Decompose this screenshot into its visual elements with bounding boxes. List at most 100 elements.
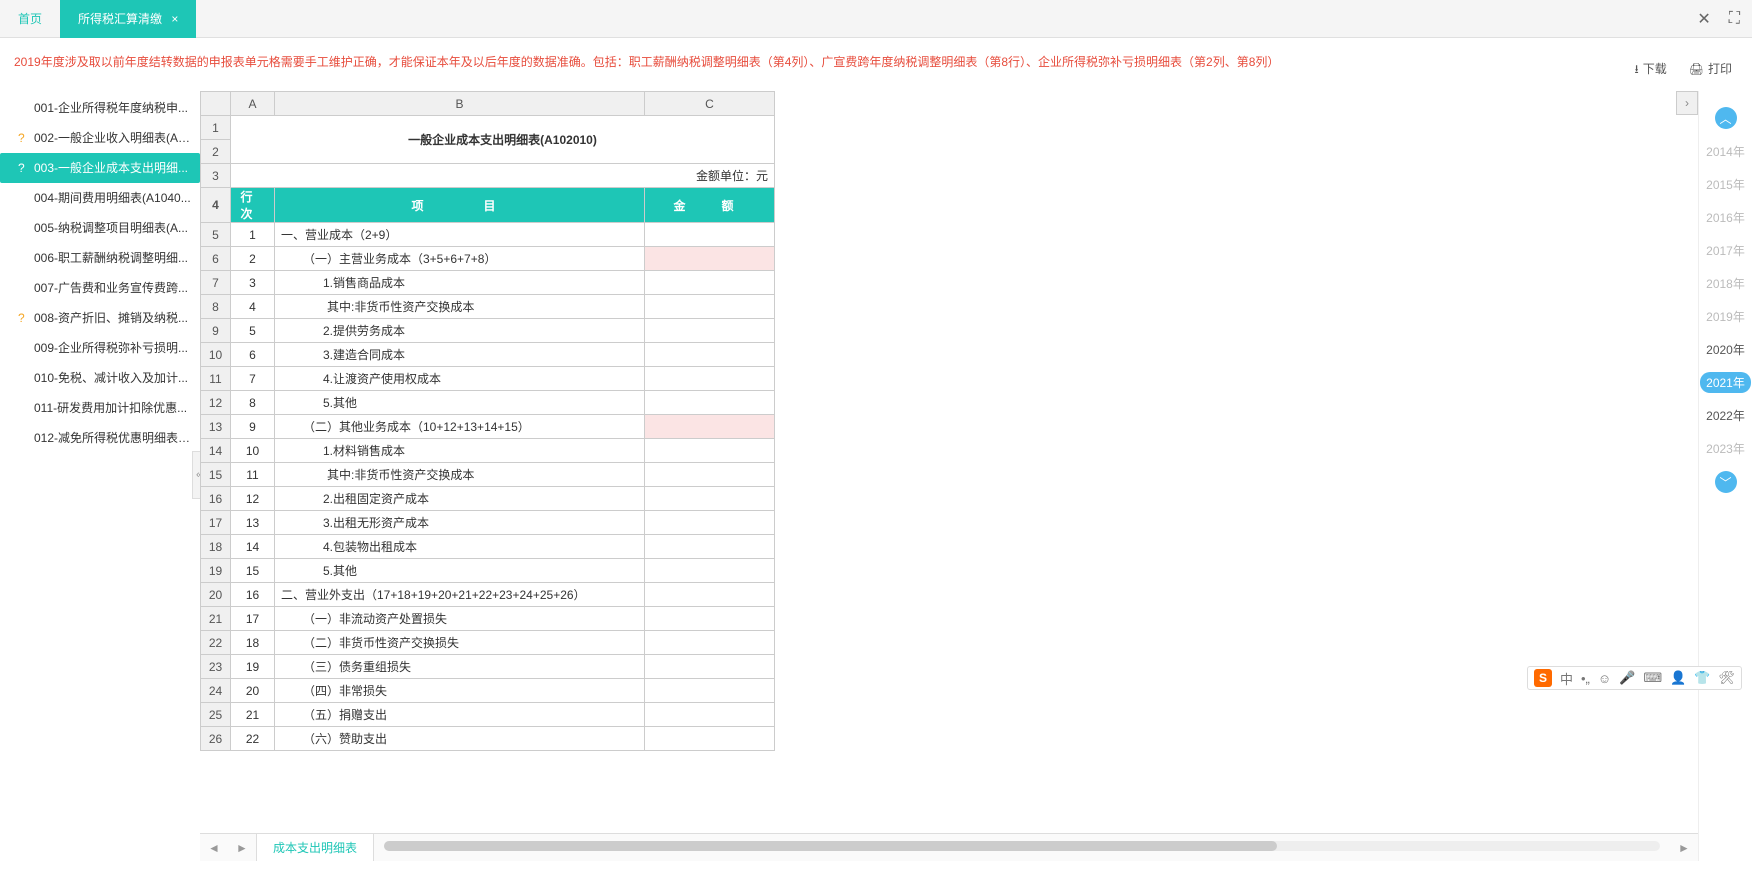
year-item[interactable]: 2015年 [1700, 174, 1751, 195]
year-item[interactable]: 2017年 [1700, 240, 1751, 261]
row-header[interactable]: 13 [201, 415, 231, 439]
ime-toolbar[interactable]: S 中 •„ ☺ 🎤 ⌨ 👤 👕 🛠 [1527, 666, 1742, 690]
item-cell[interactable]: 一、营业成本（2+9） [275, 223, 645, 247]
ime-punct-icon[interactable]: •„ [1581, 671, 1590, 686]
amount-cell[interactable] [645, 295, 775, 319]
sidebar-item-5[interactable]: 006-职工薪酬纳税调整明细... [0, 243, 200, 273]
sheet-nav-next[interactable]: ► [228, 841, 256, 855]
tab-home[interactable]: 首页 [0, 0, 60, 38]
fullscreen-icon[interactable]: ⛶ [1729, 10, 1740, 28]
ime-lang[interactable]: 中 [1560, 669, 1573, 688]
sidebar-item-11[interactable]: 012-减免所得税优惠明细表(... [0, 423, 200, 453]
item-cell[interactable]: 1.材料销售成本 [275, 439, 645, 463]
year-item[interactable]: 2018年 [1700, 273, 1751, 294]
amount-cell[interactable] [645, 487, 775, 511]
sidebar-item-1[interactable]: ?002-一般企业收入明细表(A10... [0, 123, 200, 153]
row-header[interactable]: 6 [201, 247, 231, 271]
item-cell[interactable]: 3.建造合同成本 [275, 343, 645, 367]
sidebar-item-7[interactable]: ?008-资产折旧、摊销及纳税... [0, 303, 200, 333]
amount-cell[interactable] [645, 271, 775, 295]
item-cell[interactable]: 其中:非货币性资产交换成本 [275, 463, 645, 487]
year-item[interactable]: 2020年 [1700, 339, 1751, 360]
row-header[interactable]: 14 [201, 439, 231, 463]
line-number[interactable]: 7 [231, 367, 275, 391]
line-number[interactable]: 19 [231, 655, 275, 679]
amount-cell[interactable] [645, 319, 775, 343]
line-number[interactable]: 14 [231, 535, 275, 559]
close-icon[interactable]: × [171, 12, 178, 26]
amount-cell[interactable] [645, 559, 775, 583]
amount-cell[interactable] [645, 727, 775, 751]
item-cell[interactable]: 3.出租无形资产成本 [275, 511, 645, 535]
ime-emoji-icon[interactable]: ☺ [1598, 671, 1611, 686]
line-number[interactable]: 12 [231, 487, 275, 511]
row-header[interactable]: 2 [201, 140, 231, 164]
line-number[interactable]: 10 [231, 439, 275, 463]
ime-skin-icon[interactable]: 👕 [1694, 670, 1710, 686]
amount-cell[interactable] [645, 223, 775, 247]
item-cell[interactable]: （一）主营业务成本（3+5+6+7+8） [275, 247, 645, 271]
row-header[interactable]: 20 [201, 583, 231, 607]
item-cell[interactable]: 5.其他 [275, 559, 645, 583]
sidebar-item-9[interactable]: 010-免税、减计收入及加计... [0, 363, 200, 393]
sidebar-item-4[interactable]: 005-纳税调整项目明细表(A... [0, 213, 200, 243]
amount-cell[interactable] [645, 343, 775, 367]
line-number[interactable]: 8 [231, 391, 275, 415]
amount-cell[interactable] [645, 631, 775, 655]
col-header-b[interactable]: B [275, 92, 645, 116]
sheet-nav-prev[interactable]: ◄ [200, 841, 228, 855]
sheet-nav-right[interactable]: ► [1670, 841, 1698, 855]
amount-cell[interactable] [645, 439, 775, 463]
row-header[interactable]: 7 [201, 271, 231, 295]
corner-cell[interactable] [201, 92, 231, 116]
row-header[interactable]: 18 [201, 535, 231, 559]
row-header[interactable]: 25 [201, 703, 231, 727]
amount-cell[interactable] [645, 391, 775, 415]
amount-cell[interactable] [645, 247, 775, 271]
scrollbar-thumb[interactable] [384, 841, 1277, 851]
line-number[interactable]: 2 [231, 247, 275, 271]
sidebar-item-6[interactable]: 007-广告费和业务宣传费跨... [0, 273, 200, 303]
item-cell[interactable]: 其中:非货币性资产交换成本 [275, 295, 645, 319]
item-cell[interactable]: （六）赞助支出 [275, 727, 645, 751]
row-header[interactable]: 11 [201, 367, 231, 391]
line-number[interactable]: 6 [231, 343, 275, 367]
item-cell[interactable]: （二）非货币性资产交换损失 [275, 631, 645, 655]
print-button[interactable]: 🖨打印 [1689, 60, 1732, 81]
row-header[interactable]: 22 [201, 631, 231, 655]
amount-cell[interactable] [645, 583, 775, 607]
line-number[interactable]: 18 [231, 631, 275, 655]
year-item[interactable]: 2019年 [1700, 306, 1751, 327]
horizontal-scrollbar[interactable] [384, 841, 1660, 855]
sheet-tab[interactable]: 成本支出明细表 [256, 834, 374, 862]
row-header[interactable]: 8 [201, 295, 231, 319]
amount-cell[interactable] [645, 679, 775, 703]
line-number[interactable]: 3 [231, 271, 275, 295]
item-cell[interactable]: （四）非常损失 [275, 679, 645, 703]
row-header[interactable]: 9 [201, 319, 231, 343]
row-header[interactable]: 10 [201, 343, 231, 367]
row-header[interactable]: 4 [201, 188, 231, 223]
year-item[interactable]: 2023年 [1700, 438, 1751, 459]
row-header[interactable]: 1 [201, 116, 231, 140]
ime-tool-icon[interactable]: 🛠 [1718, 670, 1735, 686]
row-header[interactable]: 19 [201, 559, 231, 583]
item-cell[interactable]: 5.其他 [275, 391, 645, 415]
year-item[interactable]: 2016年 [1700, 207, 1751, 228]
ime-keyboard-icon[interactable]: ⌨ [1643, 670, 1662, 686]
amount-cell[interactable] [645, 511, 775, 535]
item-cell[interactable]: （五）捐赠支出 [275, 703, 645, 727]
line-number[interactable]: 13 [231, 511, 275, 535]
amount-cell[interactable] [645, 415, 775, 439]
row-header[interactable]: 17 [201, 511, 231, 535]
row-header[interactable]: 26 [201, 727, 231, 751]
close-window-icon[interactable]: ✕ [1697, 9, 1710, 29]
item-cell[interactable]: （二）其他业务成本（10+12+13+14+15） [275, 415, 645, 439]
line-number[interactable]: 21 [231, 703, 275, 727]
amount-cell[interactable] [645, 703, 775, 727]
item-cell[interactable]: 2.提供劳务成本 [275, 319, 645, 343]
row-header[interactable]: 23 [201, 655, 231, 679]
item-cell[interactable]: 二、营业外支出（17+18+19+20+21+22+23+24+25+26） [275, 583, 645, 607]
download-button[interactable]: ⭳下载 [1635, 60, 1667, 81]
sidebar-item-10[interactable]: 011-研发费用加计扣除优惠... [0, 393, 200, 423]
